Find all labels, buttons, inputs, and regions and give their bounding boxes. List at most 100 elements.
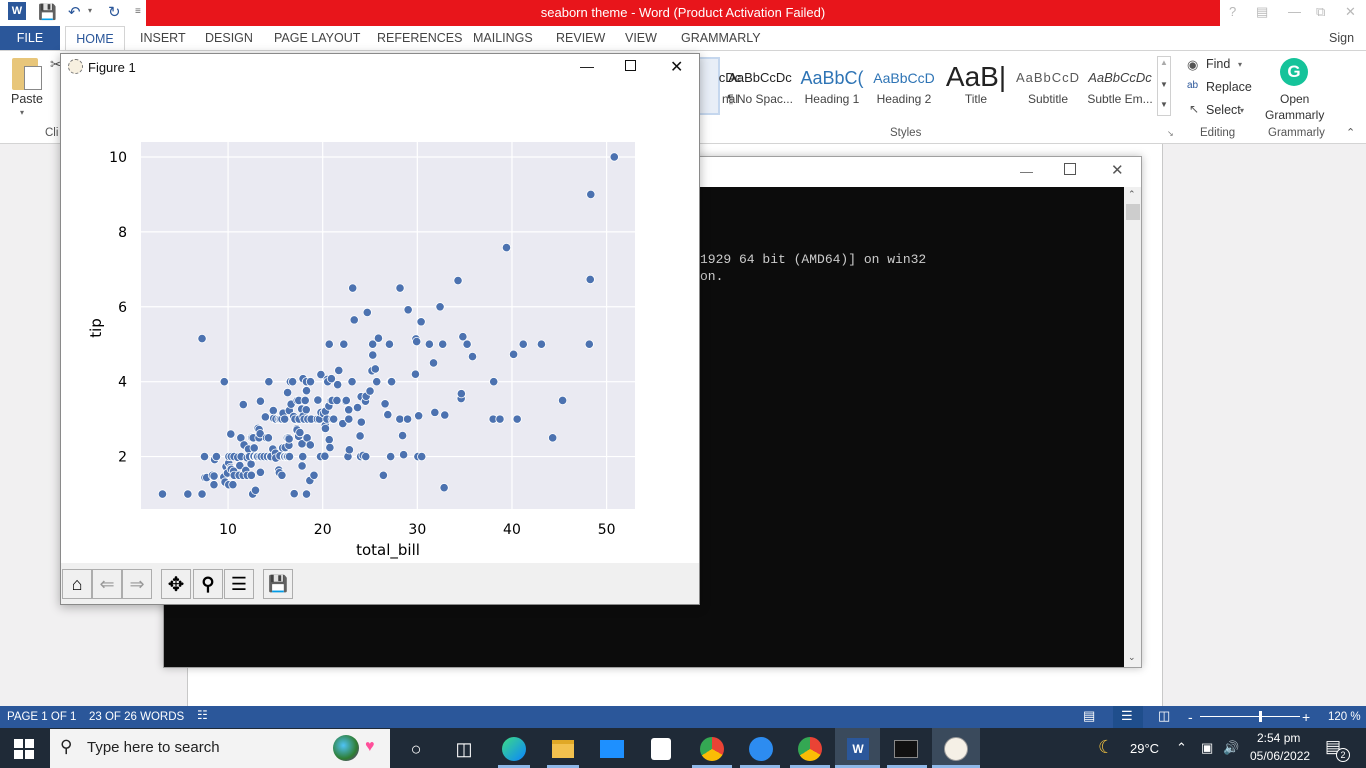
find-button[interactable]: Find (1206, 57, 1230, 71)
web-layout-icon[interactable]: ◫ (1158, 708, 1170, 724)
styles-up-icon[interactable]: ▲ (1160, 58, 1168, 67)
console-maximize-icon[interactable] (1064, 163, 1076, 175)
store-icon[interactable] (646, 735, 676, 763)
console-scrollbar[interactable] (1124, 187, 1141, 667)
help-icon[interactable]: ? (1229, 4, 1236, 19)
find-dropdown-icon[interactable]: ▾ (1238, 60, 1242, 69)
paste-button[interactable]: Paste (11, 92, 43, 106)
zoom-in-button[interactable]: + (1302, 706, 1310, 728)
home-button[interactable]: ⌂ (62, 569, 92, 599)
tab-home[interactable]: HOME (65, 26, 125, 51)
task-view-icon[interactable]: ◫ (449, 735, 479, 763)
zoom-slider-thumb[interactable] (1259, 711, 1262, 722)
search-placeholder[interactable]: Type here to search (87, 739, 220, 756)
scroll-down-icon[interactable]: ⌄ (1128, 652, 1136, 663)
word-taskbar-icon[interactable]: W (843, 735, 873, 763)
file-explorer-icon[interactable] (548, 735, 578, 763)
scatter-point (467, 351, 478, 362)
weather-icon[interactable]: ☾ (1098, 737, 1114, 758)
styles-down-icon[interactable]: ▼ (1160, 80, 1168, 89)
show-hidden-icons[interactable]: ⌃ (1176, 740, 1187, 756)
close-icon[interactable]: ✕ (1345, 4, 1356, 20)
proofing-icon[interactable]: ☷ (197, 708, 208, 722)
terminal-taskbar-icon[interactable] (891, 735, 921, 763)
undo-icon[interactable]: ↶ (68, 3, 81, 21)
ribbon-display-options-icon[interactable]: ▤ (1256, 4, 1268, 20)
style-no-spacing[interactable]: AaBbCcDc ¶ No Spac... (724, 64, 796, 114)
figure-minimize-icon[interactable]: — (580, 58, 594, 74)
style-heading-1[interactable]: AaBbC( Heading 1 (796, 64, 868, 114)
sign-in-link[interactable]: Sign in (1329, 26, 1366, 69)
style-title[interactable]: AaB| Title (940, 64, 1012, 114)
undo-dropdown-icon[interactable]: ▾ (88, 6, 92, 15)
back-button[interactable]: ⇐ (92, 569, 122, 599)
styles-launcher-icon[interactable]: ↘ (1167, 129, 1174, 138)
scatter-point (462, 339, 472, 349)
tab-page-layout[interactable]: PAGE LAYOUT (274, 26, 360, 50)
tab-grammarly[interactable]: GRAMMARLY (681, 26, 761, 50)
scroll-up-icon[interactable]: ⌃ (1128, 189, 1136, 200)
weather-temp[interactable]: 29°C (1130, 741, 1159, 756)
tab-design[interactable]: DESIGN (205, 26, 253, 50)
word-count[interactable]: 23 OF 26 WORDS (89, 706, 184, 728)
chrome-icon[interactable] (795, 735, 825, 763)
tab-file[interactable]: FILE (0, 26, 60, 50)
clock-time[interactable]: 2:54 pm (1257, 731, 1300, 745)
page-count[interactable]: PAGE 1 OF 1 (7, 706, 76, 728)
pan-button[interactable]: ✥ (161, 569, 191, 599)
windows-logo-icon (14, 739, 23, 748)
tab-review[interactable]: REVIEW (556, 26, 605, 50)
tab-references[interactable]: REFERENCES (377, 26, 462, 50)
save-figure-button[interactable]: 💾 (263, 569, 293, 599)
figure-close-icon[interactable]: ✕ (670, 57, 683, 77)
chrome-profile-icon[interactable] (697, 735, 727, 763)
paste-dropdown-icon[interactable]: ▾ (20, 108, 24, 117)
clock-date[interactable]: 05/06/2022 (1250, 749, 1310, 763)
python-figure-taskbar-icon[interactable] (941, 735, 971, 763)
mail-icon[interactable] (597, 735, 627, 763)
scatter-point (284, 434, 294, 444)
console-minimize-icon[interactable]: — (1020, 164, 1033, 179)
configure-subplots-button[interactable]: ☰ (224, 569, 254, 599)
tab-view[interactable]: VIEW (625, 26, 657, 50)
zoom-level[interactable]: 120 % (1328, 706, 1361, 728)
minimize-icon[interactable]: — (1288, 4, 1301, 19)
styles-more-icon[interactable]: ▼ (1160, 100, 1168, 109)
start-button[interactable] (14, 739, 34, 759)
read-mode-icon[interactable]: ▤ (1083, 708, 1095, 724)
forward-button[interactable]: ⇒ (122, 569, 152, 599)
scatter-point (324, 339, 334, 349)
grammarly-icon[interactable]: G (1280, 58, 1308, 86)
zoom-button[interactable]: ⚲ (193, 569, 223, 599)
scatter-point (334, 365, 344, 376)
style-subtle-emphasis[interactable]: AaBbCcDc Subtle Em... (1084, 64, 1156, 114)
meet-now-icon[interactable]: ▣ (1201, 740, 1213, 756)
zoom-slider[interactable] (1200, 716, 1300, 717)
select-button[interactable]: Select (1206, 103, 1241, 117)
scroll-thumb[interactable] (1126, 204, 1140, 220)
x-tick-label: 40 (503, 522, 521, 538)
zoom-out-button[interactable]: - (1188, 706, 1193, 728)
edge-icon[interactable] (499, 735, 529, 763)
collapse-ribbon-icon[interactable]: ⌃ (1346, 126, 1355, 139)
cortana-icon[interactable]: ○ (401, 735, 431, 763)
replace-button[interactable]: Replace (1206, 80, 1252, 94)
feather-app-icon[interactable] (746, 735, 776, 763)
scatter-point (297, 461, 307, 471)
customize-qat-icon[interactable]: ≡ (135, 6, 141, 17)
open-grammarly-label-1[interactable]: Open (1280, 92, 1309, 106)
figure-maximize-icon[interactable] (625, 60, 636, 71)
volume-icon[interactable]: 🔊 (1223, 740, 1239, 756)
console-close-icon[interactable]: ✕ (1111, 161, 1124, 179)
open-grammarly-label-2[interactable]: Grammarly (1265, 108, 1324, 122)
scatter-point (536, 339, 547, 349)
select-dropdown-icon[interactable]: ▾ (1240, 106, 1244, 115)
scatter-point (305, 377, 316, 387)
tab-mailings[interactable]: MAILINGS (473, 26, 533, 50)
restore-icon[interactable]: ⧉ (1316, 4, 1325, 20)
style-subtitle[interactable]: AaBbCcD Subtitle (1012, 64, 1084, 114)
redo-icon[interactable]: ↻ (108, 3, 121, 21)
style-heading-2[interactable]: AaBbCcD Heading 2 (868, 64, 940, 114)
tab-insert[interactable]: INSERT (140, 26, 186, 50)
save-icon[interactable]: 💾 (38, 3, 57, 21)
